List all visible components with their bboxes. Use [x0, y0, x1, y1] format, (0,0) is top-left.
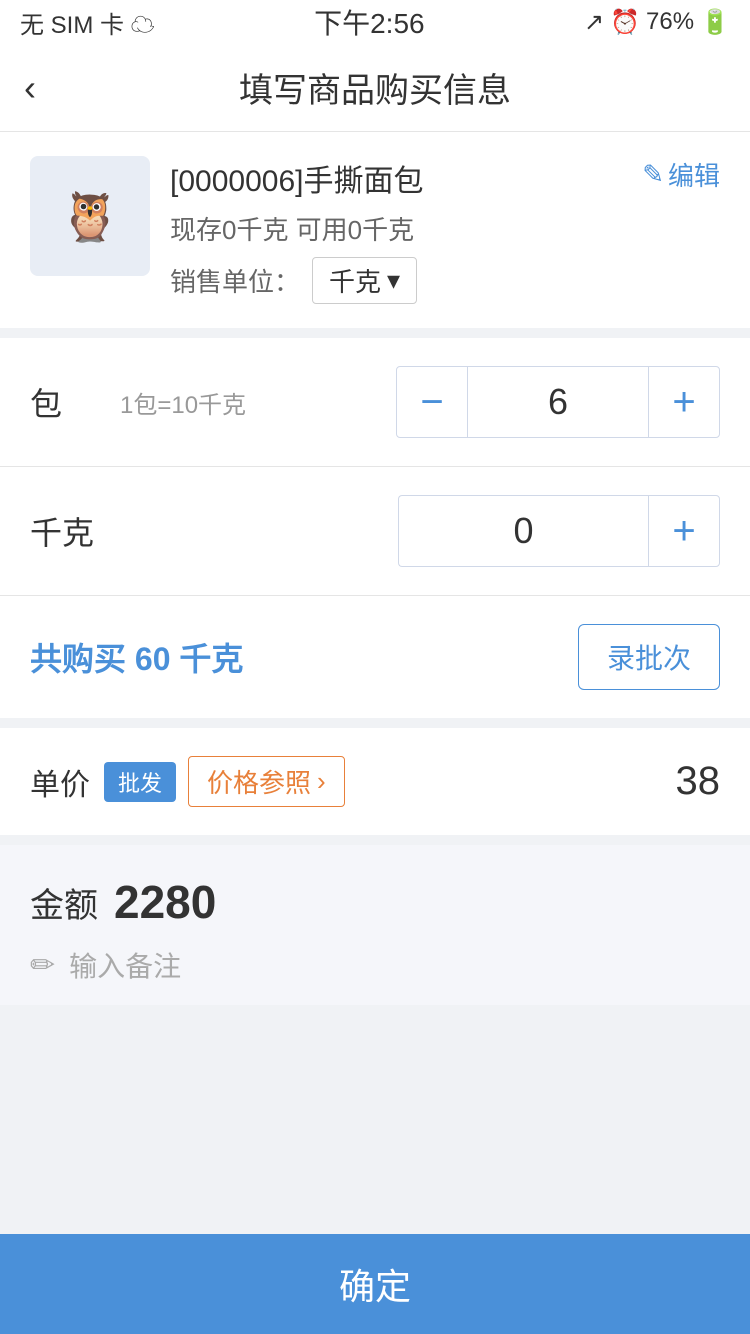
- edit-label: 编辑: [668, 156, 720, 193]
- kg-quantity-input[interactable]: [398, 495, 648, 567]
- kg-plus-button[interactable]: +: [648, 495, 720, 567]
- battery-level: 76%: [646, 8, 694, 36]
- pack-hint: 1包=10千克: [120, 385, 396, 420]
- battery-icon: 🔋: [700, 8, 730, 37]
- unit-chevron-icon: ▾: [387, 265, 400, 296]
- footer[interactable]: 确定: [0, 1234, 750, 1334]
- pencil-icon: ✏: [30, 948, 55, 983]
- total-row: 共购买 60 千克 录批次: [0, 596, 750, 728]
- kg-controls: +: [398, 495, 720, 567]
- batch-button[interactable]: 录批次: [578, 624, 720, 690]
- price-section: 单价 批发 价格参照 › 38: [0, 728, 750, 845]
- product-unit-row: 销售单位： 千克 ▾: [170, 257, 622, 304]
- pack-plus-button[interactable]: +: [648, 366, 720, 438]
- product-right: ✎ 编辑: [642, 156, 720, 193]
- back-button[interactable]: ‹: [24, 67, 36, 109]
- amount-label: 金额: [30, 878, 98, 927]
- status-right: ↗ ⏰ 76% 🔋: [584, 8, 730, 37]
- nav-bar: ‹ 填写商品购买信息: [0, 44, 750, 132]
- price-ref-label: 价格参照: [207, 763, 311, 800]
- price-ref-chevron-icon: ›: [317, 766, 326, 797]
- remark-row[interactable]: ✏ 输入备注: [30, 945, 720, 985]
- status-time: 下午2:56: [314, 2, 425, 42]
- kg-label: 千克: [30, 508, 110, 554]
- unit-selector[interactable]: 千克 ▾: [312, 257, 417, 304]
- product-logo-icon: 🦉: [60, 188, 120, 245]
- remark-placeholder: 输入备注: [69, 945, 181, 985]
- total-amount: 60: [135, 641, 171, 677]
- product-stock: 现存0千克 可用0千克: [170, 210, 622, 247]
- product-info: [0000006]手撕面包 现存0千克 可用0千克 销售单位： 千克 ▾: [170, 156, 622, 304]
- total-label: 共购买 60 千克: [30, 634, 243, 680]
- price-value: 38: [676, 759, 721, 804]
- price-label: 单价: [30, 760, 90, 804]
- product-thumbnail: 🦉: [30, 156, 150, 276]
- status-left: 无 SIM 卡 ☁: [20, 5, 155, 40]
- amount-value: 2280: [114, 875, 216, 929]
- product-card: 🦉 [0000006]手撕面包 现存0千克 可用0千克 销售单位： 千克 ▾ ✎…: [0, 132, 750, 338]
- pack-controls: − +: [396, 366, 720, 438]
- content: 🦉 [0000006]手撕面包 现存0千克 可用0千克 销售单位： 千克 ▾ ✎…: [0, 132, 750, 1105]
- amount-row: 金额 2280: [30, 875, 720, 929]
- location-icon: ↗: [584, 8, 604, 37]
- unit-value: 千克: [329, 262, 381, 299]
- status-bar: 无 SIM 卡 ☁ 下午2:56 ↗ ⏰ 76% 🔋: [0, 0, 750, 44]
- price-ref-button[interactable]: 价格参照 ›: [188, 756, 345, 807]
- quantity-pack-row: 包 1包=10千克 − +: [0, 338, 750, 467]
- price-type-tag: 批发: [104, 762, 176, 802]
- pack-label: 包: [30, 379, 110, 425]
- alarm-icon: ⏰: [610, 8, 640, 37]
- quantity-kg-row: 千克 +: [0, 467, 750, 596]
- confirm-button-label: 确定: [339, 1258, 411, 1310]
- unit-label: 销售单位：: [170, 262, 300, 299]
- page-title: 填写商品购买信息: [239, 63, 511, 112]
- pack-quantity-input[interactable]: [468, 366, 648, 438]
- pack-minus-button[interactable]: −: [396, 366, 468, 438]
- edit-icon: ✎: [642, 159, 664, 190]
- edit-button[interactable]: ✎ 编辑: [642, 156, 720, 193]
- amount-section: 金额 2280 ✏ 输入备注: [0, 845, 750, 1005]
- product-name: [0000006]手撕面包: [170, 156, 622, 200]
- sim-status: 无 SIM 卡 ☁: [20, 5, 155, 40]
